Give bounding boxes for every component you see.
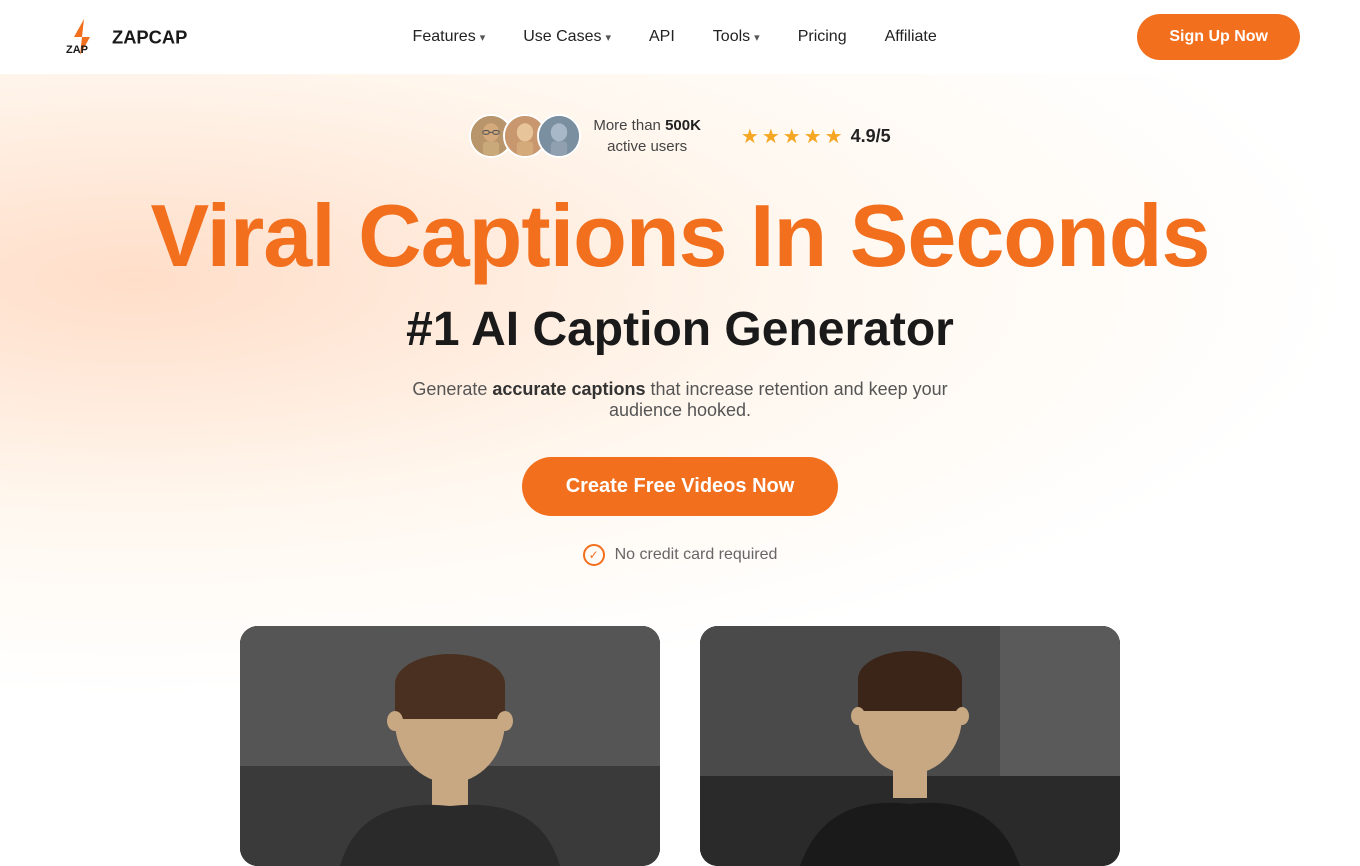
star-2: ★	[762, 124, 780, 149]
nav-use-cases[interactable]: Use Cases ▾	[507, 20, 627, 54]
navbar: ZAP ZAPCAP Features ▾ Use Cases ▾ API To…	[0, 0, 1360, 74]
brand-wordmark: ZAPCAP	[112, 23, 212, 51]
signup-button[interactable]: Sign Up Now	[1137, 14, 1300, 60]
no-cc-row: ✓ No credit card required	[583, 544, 778, 566]
nav-pricing[interactable]: Pricing	[782, 20, 863, 54]
svg-text:ZAPCAP: ZAPCAP	[112, 27, 187, 48]
rating-row: ★ ★ ★ ★ ★ 4.9/5	[741, 124, 891, 149]
star-4: ★	[804, 124, 822, 149]
video-card-right	[700, 626, 1120, 866]
nav-tools[interactable]: Tools ▾	[697, 20, 776, 54]
chevron-down-icon: ▾	[605, 31, 611, 44]
no-cc-text: No credit card required	[615, 546, 778, 564]
cta-button[interactable]: Create Free Videos Now	[522, 457, 839, 516]
svg-text:ZAP: ZAP	[66, 44, 88, 56]
logo[interactable]: ZAP ZAPCAP	[60, 15, 212, 59]
nav-affiliate[interactable]: Affiliate	[869, 20, 953, 54]
video-section	[0, 626, 1360, 866]
avatar	[537, 114, 581, 158]
chevron-down-icon: ▾	[480, 31, 486, 44]
star-3: ★	[783, 124, 801, 149]
star-1: ★	[741, 124, 759, 149]
social-proof-row: More than 500K active users ★ ★ ★ ★ ★ 4.…	[469, 114, 890, 158]
avatar-group	[469, 114, 581, 158]
subheadline: #1 AI Caption Generator	[406, 302, 954, 357]
hero-section: More than 500K active users ★ ★ ★ ★ ★ 4.…	[0, 74, 1360, 866]
chevron-down-icon: ▾	[754, 31, 760, 44]
main-headline: Viral Captions In Seconds	[151, 190, 1210, 282]
video-card-left	[240, 626, 660, 866]
users-proof: More than 500K active users	[469, 114, 701, 158]
checkmark-icon: ✓	[583, 544, 605, 566]
nav-links: Features ▾ Use Cases ▾ API Tools ▾ Prici…	[397, 20, 953, 54]
star-5: ★	[825, 124, 843, 149]
rating-score: 4.9/5	[851, 126, 891, 147]
nav-features[interactable]: Features ▾	[397, 20, 502, 54]
nav-api[interactable]: API	[633, 20, 691, 54]
hero-description: Generate accurate captions that increase…	[380, 379, 980, 421]
users-text: More than 500K active users	[593, 115, 701, 157]
star-rating: ★ ★ ★ ★ ★	[741, 124, 843, 149]
